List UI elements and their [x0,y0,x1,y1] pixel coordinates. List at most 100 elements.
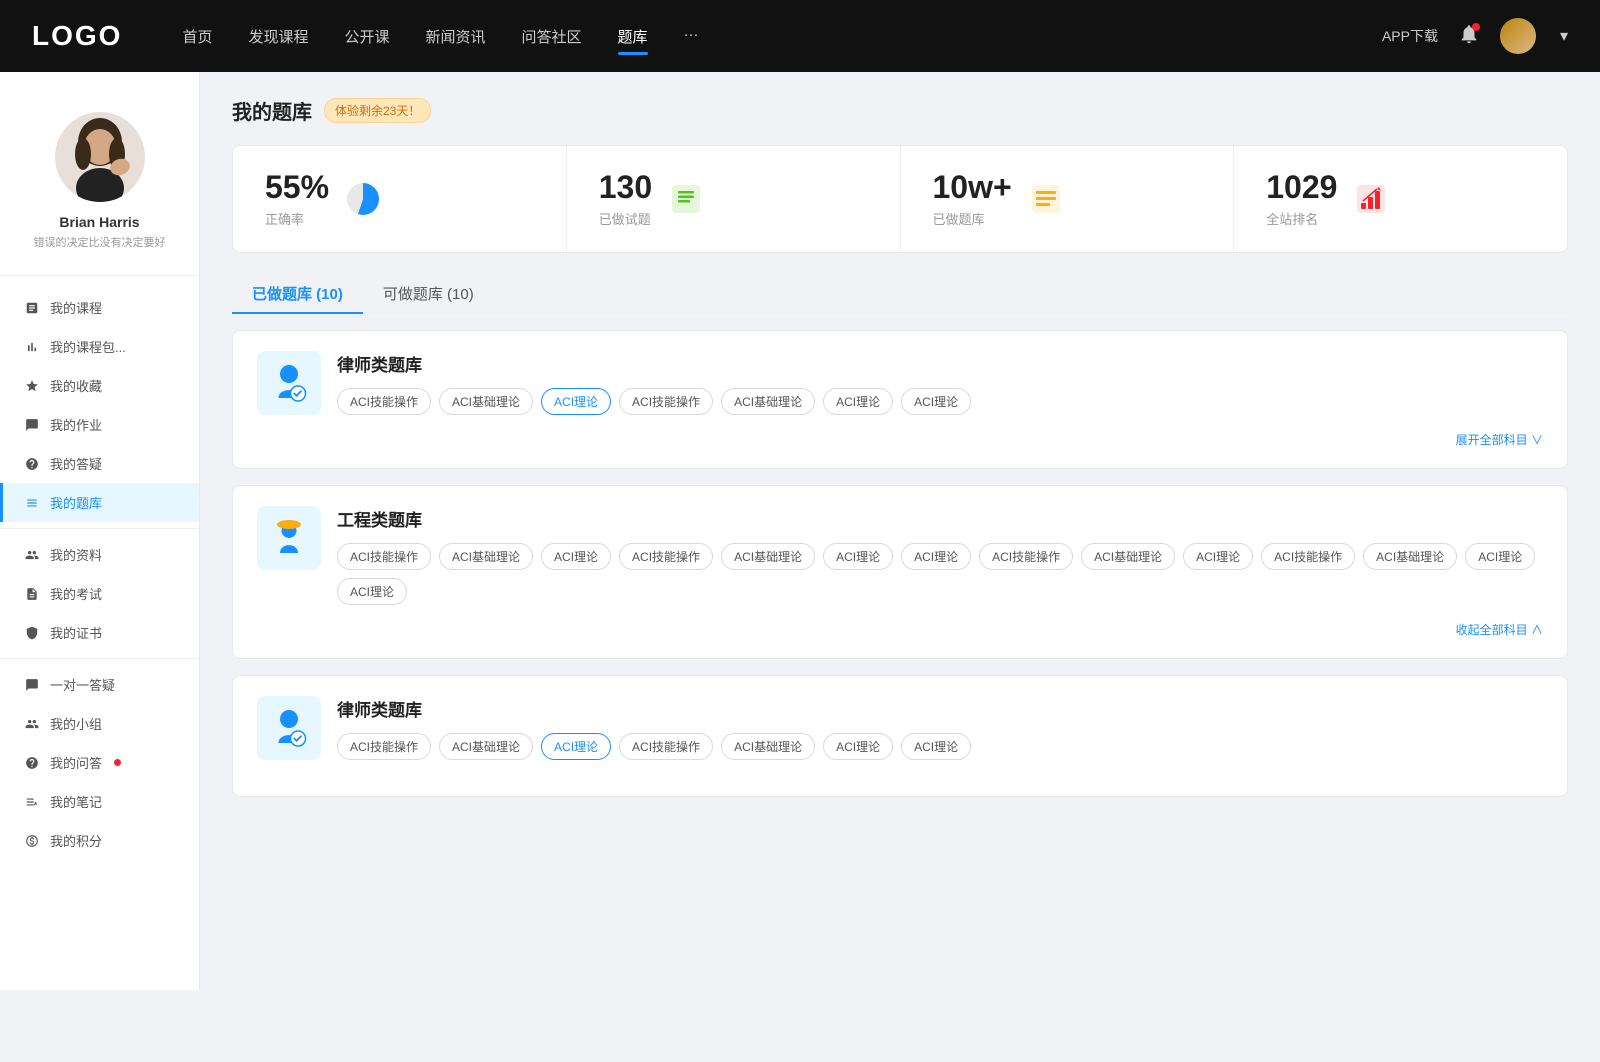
stat-accuracy-text: 55% 正确率 [265,170,329,228]
tag-3-6[interactable]: ACI理论 [823,733,893,760]
nav-links: 首页 发现课程 公开课 新闻资讯 问答社区 题库 ··· [182,22,1382,51]
qbank-title-3: 律师类题库 [337,696,1543,721]
profile-icon [24,547,40,563]
qbank-avatar-lawyer-2 [257,696,321,760]
accuracy-icon [345,181,381,217]
myqa-icon [24,456,40,472]
qbank-title-2: 工程类题库 [337,506,1543,531]
nav-qa[interactable]: 问答社区 [522,22,582,51]
tag-2-7[interactable]: ACI理论 [901,543,971,570]
qbank-content-2: 工程类题库 ACI技能操作 ACI基础理论 ACI理论 ACI技能操作 ACI基… [337,506,1543,605]
qbank-tags-1: ACI技能操作 ACI基础理论 ACI理论 ACI技能操作 ACI基础理论 AC… [337,388,1543,415]
avatar-dropdown-arrow[interactable]: ▾ [1560,26,1568,46]
stat-questions-label: 已做试题 [599,209,652,228]
user-avatar-nav[interactable] [1500,18,1536,54]
tab-todo[interactable]: 可做题库 (10) [363,273,494,314]
tag-1-2[interactable]: ACI基础理论 [439,388,533,415]
tag-2-5[interactable]: ACI基础理论 [721,543,815,570]
tag-2-13[interactable]: ACI理论 [1465,543,1535,570]
tag-2-1[interactable]: ACI技能操作 [337,543,431,570]
navbar: LOGO 首页 发现课程 公开课 新闻资讯 问答社区 题库 ··· APP下载 … [0,0,1600,72]
tag-1-4[interactable]: ACI技能操作 [619,388,713,415]
nav-more[interactable]: ··· [684,22,699,51]
myqa-label: 我的答疑 [50,454,102,473]
nav-right: APP下载 ▾ [1382,18,1568,54]
trial-badge: 体验剩余23天！ [324,98,431,123]
tag-2-9[interactable]: ACI基础理论 [1081,543,1175,570]
tag-2-2[interactable]: ACI基础理论 [439,543,533,570]
tag-2-4[interactable]: ACI技能操作 [619,543,713,570]
tag-2-6[interactable]: ACI理论 [823,543,893,570]
qbank-header-1: 律师类题库 ACI技能操作 ACI基础理论 ACI理论 ACI技能操作 ACI基… [257,351,1543,415]
tag-3-7[interactable]: ACI理论 [901,733,971,760]
sidebar-item-points[interactable]: 我的积分 [0,821,199,860]
favorites-label: 我的收藏 [50,376,102,395]
user-section: Brian Harris 错误的决定比没有决定要好 [0,92,199,276]
notification-dot [1472,23,1480,31]
page-header: 我的题库 体验剩余23天！ [232,96,1568,125]
tag-1-3[interactable]: ACI理论 [541,388,611,415]
sidebar-item-exams[interactable]: 我的考试 [0,574,199,613]
qbank-icon [24,495,40,511]
qbank-content-3: 律师类题库 ACI技能操作 ACI基础理论 ACI理论 ACI技能操作 ACI基… [337,696,1543,760]
sidebar-item-private-qa[interactable]: 一对一答疑 [0,665,199,704]
sidebar-item-qa[interactable]: 我的问答 [0,743,199,782]
tag-1-1[interactable]: ACI技能操作 [337,388,431,415]
page-layout: Brian Harris 错误的决定比没有决定要好 我的课程 我的课程包... [0,72,1600,990]
tag-3-3[interactable]: ACI理论 [541,733,611,760]
expand-link-1[interactable]: 展开全部科目 ∨ [1456,431,1543,448]
tag-2-10[interactable]: ACI理论 [1183,543,1253,570]
pie-chart-icon [347,183,379,215]
engineer-svg [265,514,313,562]
tag-2-11[interactable]: ACI技能操作 [1261,543,1355,570]
sidebar-item-qbank[interactable]: 我的题库 [0,483,199,522]
user-motto: 错误的决定比没有决定要好 [16,236,183,251]
tag-2-3[interactable]: ACI理论 [541,543,611,570]
tag-2-8[interactable]: ACI技能操作 [979,543,1073,570]
tag-2-14[interactable]: ACI理论 [337,578,407,605]
nav-home[interactable]: 首页 [182,22,212,51]
sidebar-item-group[interactable]: 我的小组 [0,704,199,743]
sidebar-item-myqa[interactable]: 我的答疑 [0,444,199,483]
tag-3-1[interactable]: ACI技能操作 [337,733,431,760]
qbank-header-3: 律师类题库 ACI技能操作 ACI基础理论 ACI理论 ACI技能操作 ACI基… [257,696,1543,760]
sidebar-item-homework[interactable]: 我的作业 [0,405,199,444]
divider-2 [0,658,199,659]
tag-3-4[interactable]: ACI技能操作 [619,733,713,760]
tag-3-5[interactable]: ACI基础理论 [721,733,815,760]
sidebar-item-package[interactable]: 我的课程包... [0,327,199,366]
notification-bell[interactable] [1458,23,1480,50]
main-content: 我的题库 体验剩余23天！ 55% 正确率 130 已做试题 [200,72,1600,990]
sidebar-item-favorites[interactable]: 我的收藏 [0,366,199,405]
tab-done[interactable]: 已做题库 (10) [232,273,363,314]
package-label: 我的课程包... [50,337,126,356]
sidebar-item-notes[interactable]: 我的笔记 [0,782,199,821]
nav-qbank[interactable]: 题库 [618,22,648,51]
nav-discover[interactable]: 发现课程 [248,22,308,51]
exams-label: 我的考试 [50,584,102,603]
qbank-tags-2: ACI技能操作 ACI基础理论 ACI理论 ACI技能操作 ACI基础理论 AC… [337,543,1543,605]
sidebar-item-certs[interactable]: 我的证书 [0,613,199,652]
qa-label: 我的问答 [50,753,102,772]
tag-1-7[interactable]: ACI理论 [901,388,971,415]
tag-3-2[interactable]: ACI基础理论 [439,733,533,760]
stat-questions-value: 130 [599,170,652,205]
tag-1-6[interactable]: ACI理论 [823,388,893,415]
sidebar-item-profile[interactable]: 我的资料 [0,535,199,574]
qbank-avatar-engineer [257,506,321,570]
sidebar-item-courses[interactable]: 我的课程 [0,288,199,327]
stat-banks-value: 10w+ [933,170,1012,205]
app-download-link[interactable]: APP下载 [1382,26,1438,46]
qbank-card-lawyer-1: 律师类题库 ACI技能操作 ACI基础理论 ACI理论 ACI技能操作 ACI基… [232,330,1568,469]
qbank-card-lawyer-2: 律师类题库 ACI技能操作 ACI基础理论 ACI理论 ACI技能操作 ACI基… [232,675,1568,797]
tag-1-5[interactable]: ACI基础理论 [721,388,815,415]
stat-accuracy-label: 正确率 [265,209,329,228]
collapse-link-2[interactable]: 收起全部科目 ∧ [1456,621,1543,638]
certs-label: 我的证书 [50,623,102,642]
stat-banks-label: 已做题库 [933,209,1012,228]
nav-news[interactable]: 新闻资讯 [426,22,486,51]
nav-opencourse[interactable]: 公开课 [344,22,389,51]
qbank-footer-1: 展开全部科目 ∨ [257,431,1543,448]
user-name: Brian Harris [16,214,183,230]
tag-2-12[interactable]: ACI基础理论 [1363,543,1457,570]
